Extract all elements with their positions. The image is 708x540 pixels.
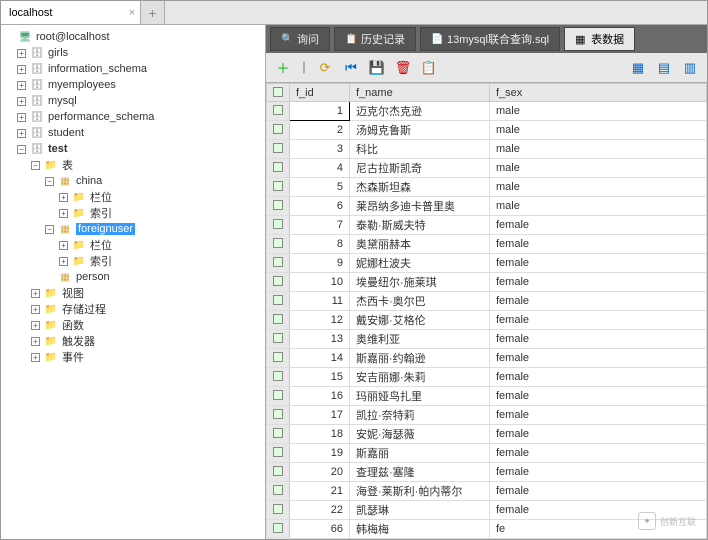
col-id[interactable]: f_id: [290, 84, 350, 102]
tree-db-myemployees[interactable]: +🗄myemployees: [3, 77, 263, 93]
tree-folder-tables[interactable]: −📁表: [3, 157, 263, 173]
tree-table-person[interactable]: ▦person: [3, 269, 263, 285]
tab-query[interactable]: 询问: [270, 27, 330, 51]
data-toolbar: ＋ ｜ ⟳ ⏮ 💾 🗑 📋 ▦ ▤ ▥: [266, 53, 707, 83]
table-row[interactable]: 15安吉丽娜·朱莉female: [267, 368, 707, 387]
history-icon: [345, 33, 357, 45]
tab-sqlfile[interactable]: 13mysql联合查询.sql: [420, 27, 560, 51]
tree-db-performance-schema[interactable]: +🗄performance_schema: [3, 109, 263, 125]
tree-china-columns[interactable]: +📁栏位: [3, 189, 263, 205]
col-name[interactable]: f_name: [350, 84, 490, 102]
tree-folder-funcs[interactable]: +📁函数: [3, 317, 263, 333]
table-row[interactable]: 8奥黛丽赫本female: [267, 235, 707, 254]
tree-folder-triggers[interactable]: +📁触发器: [3, 333, 263, 349]
copy-button[interactable]: 📋: [418, 57, 440, 79]
tree-foreign-columns[interactable]: +📁栏位: [3, 237, 263, 253]
table-row[interactable]: 13奥维利亚female: [267, 330, 707, 349]
watermark: ✦创新互联: [638, 512, 696, 530]
first-page-button[interactable]: ⏮: [340, 57, 362, 79]
tab-table-data[interactable]: 表数据: [564, 27, 635, 51]
data-grid[interactable]: f_id f_name f_sex 1迈克尔杰克逊male2汤姆克鲁斯male3…: [266, 83, 707, 539]
table-row[interactable]: 12戴安娜·艾格伦female: [267, 311, 707, 330]
refresh-data-button[interactable]: ⟳: [314, 57, 336, 79]
table-row[interactable]: 10埃曼纽尔·施莱琪female: [267, 273, 707, 292]
file-icon: [431, 33, 443, 45]
table-row[interactable]: 2汤姆克鲁斯male: [267, 121, 707, 140]
table-row[interactable]: 4尼古拉斯凯奇male: [267, 159, 707, 178]
connection-tab-label: localhost: [9, 7, 52, 19]
col-checkbox[interactable]: [267, 84, 290, 102]
tree-folder-procs[interactable]: +📁存储过程: [3, 301, 263, 317]
table-row[interactable]: 7泰勒·斯威夫特female: [267, 216, 707, 235]
new-tab-button[interactable]: +: [141, 1, 165, 24]
close-icon[interactable]: ×: [129, 7, 135, 19]
schema-tree[interactable]: 🖥root@localhost +🗄girls +🗄information_sc…: [1, 25, 266, 539]
table-row[interactable]: 3科比male: [267, 140, 707, 159]
table-row[interactable]: 1迈克尔杰克逊male: [267, 102, 707, 121]
table-row-null[interactable]: *(NULL)(NULL)(N: [267, 539, 707, 540]
table-row[interactable]: 21海登·莱斯利·帕内蒂尔female: [267, 482, 707, 501]
table-row[interactable]: 19斯嘉丽female: [267, 444, 707, 463]
tree-db-student[interactable]: +🗄student: [3, 125, 263, 141]
tree-server-node[interactable]: 🖥root@localhost: [3, 29, 263, 45]
view-form-button[interactable]: ▤: [653, 57, 675, 79]
right-tab-bar: 询问 历史记录 13mysql联合查询.sql 表数据: [266, 25, 707, 53]
tree-table-foreignuser[interactable]: −▦foreignuser: [3, 221, 263, 237]
search-icon: [281, 33, 293, 45]
tree-china-indexes[interactable]: +📁索引: [3, 205, 263, 221]
tab-history[interactable]: 历史记录: [334, 27, 416, 51]
tree-table-china[interactable]: −▦china: [3, 173, 263, 189]
view-grid-button[interactable]: ▦: [627, 57, 649, 79]
add-row-button[interactable]: ＋: [272, 57, 294, 79]
tree-db-test[interactable]: −🗄test: [3, 141, 263, 157]
tree-db-girls[interactable]: +🗄girls: [3, 45, 263, 61]
table-row[interactable]: 9妮娜杜波夫female: [267, 254, 707, 273]
delete-row-button[interactable]: 🗑: [392, 57, 414, 79]
tree-folder-views[interactable]: +📁视图: [3, 285, 263, 301]
tree-db-mysql[interactable]: +🗄mysql: [3, 93, 263, 109]
tree-foreign-indexes[interactable]: +📁索引: [3, 253, 263, 269]
table-row[interactable]: 17凯拉·奈特莉female: [267, 406, 707, 425]
table-row[interactable]: 5杰森斯坦森male: [267, 178, 707, 197]
col-sex[interactable]: f_sex: [490, 84, 707, 102]
tree-db-information-schema[interactable]: +🗄information_schema: [3, 61, 263, 77]
tree-folder-events[interactable]: +📁事件: [3, 349, 263, 365]
table-row[interactable]: 11杰西卡·奥尔巴female: [267, 292, 707, 311]
window-tab-bar: localhost × +: [1, 1, 707, 25]
table-row[interactable]: 16玛丽娅鸟扎里female: [267, 387, 707, 406]
table-row[interactable]: 14斯嘉丽·约翰逊female: [267, 349, 707, 368]
table-row[interactable]: 20查理兹·塞隆female: [267, 463, 707, 482]
table-row[interactable]: 6莱昂纳多迪卡普里奥male: [267, 197, 707, 216]
table-row[interactable]: 18安妮·海瑟薇female: [267, 425, 707, 444]
view-text-button[interactable]: ▥: [679, 57, 701, 79]
save-button[interactable]: 💾: [366, 57, 388, 79]
grid-icon: [575, 33, 587, 45]
connection-tab[interactable]: localhost ×: [1, 1, 141, 24]
